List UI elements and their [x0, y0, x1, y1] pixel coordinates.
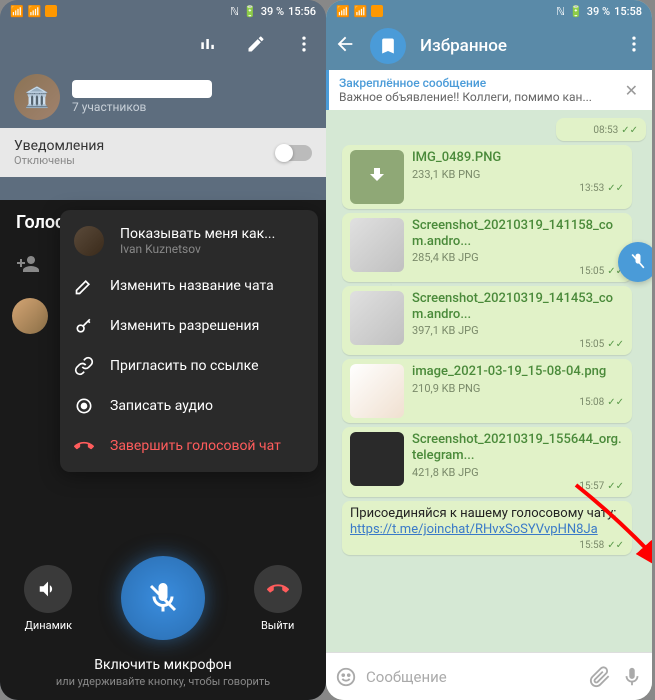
leave-button[interactable] [254, 565, 302, 613]
pinned-message[interactable]: Закреплённое сообщение Важное объявление… [326, 70, 652, 110]
attach-icon[interactable] [588, 665, 612, 689]
menu-rename[interactable]: Изменить название чата [60, 266, 318, 306]
checks-icon: ✓✓ [607, 339, 624, 350]
participant-avatar[interactable] [12, 298, 48, 334]
menu-permissions[interactable]: Изменить разрешения [60, 306, 318, 346]
download-icon[interactable] [350, 150, 404, 204]
file-thumbnail [350, 432, 404, 486]
checks-icon: ✓✓ [607, 539, 624, 552]
message-input-bar: Сообщение [326, 652, 652, 700]
file-thumbnail [350, 218, 404, 272]
speaker-button[interactable] [24, 565, 72, 613]
notif-label: Уведомления [14, 138, 104, 154]
group-subtitle: 7 участников [72, 100, 212, 114]
battery-text: 39 % [587, 5, 610, 18]
status-bar: 📶 📶 ℕ 🔋 39 % 15:58 [326, 0, 652, 22]
more-icon[interactable] [290, 30, 318, 58]
close-icon[interactable]: ✕ [621, 77, 642, 104]
key-icon [74, 316, 94, 336]
notif-toggle[interactable] [276, 145, 312, 161]
file-message[interactable]: IMG_0489.PNG 233,1 KB PNG 13:53✓✓ [342, 145, 632, 209]
file-message[interactable]: image_2021-03-19_15-08-04.png 210,9 KB P… [342, 359, 632, 423]
saved-messages-icon[interactable] [370, 28, 406, 64]
clock: 15:58 [614, 5, 642, 18]
chat-messages[interactable]: 08:53✓✓ IMG_0489.PNG 233,1 KB PNG 13:53✓… [326, 110, 652, 692]
clock: 15:56 [288, 5, 316, 18]
menu-invite[interactable]: Пригласить по ссылке [60, 346, 318, 386]
group-avatar: 🏛️ [14, 74, 60, 120]
signal-icon: 📶 [336, 5, 350, 18]
wifi-icon: 📶 [354, 5, 368, 18]
checks-icon: ✓✓ [607, 397, 624, 408]
wifi-icon: 📶 [28, 5, 42, 18]
message-input[interactable]: Сообщение [366, 668, 580, 686]
battery-icon: 🔋 [569, 5, 583, 18]
signal-icon: 📶 [10, 5, 24, 18]
leave-label: Выйти [261, 619, 294, 632]
mic-hint-title: Включить микрофон [0, 657, 326, 673]
pinned-title: Закреплённое сообщение [339, 76, 621, 90]
more-icon[interactable] [624, 34, 644, 58]
link-icon [74, 356, 94, 376]
file-message[interactable]: Screenshot_20210319_141158_com.andro... … [342, 213, 632, 282]
pinned-text: Важное объявление!! Коллеги, помимо кан.… [339, 90, 621, 104]
text-message[interactable]: Присоединяйся к нашему голосовому чату: … [342, 501, 632, 556]
mic-icon[interactable] [620, 665, 644, 689]
app-indicator-icon [371, 5, 383, 17]
add-user-icon[interactable] [12, 248, 44, 280]
context-menu: Показывать меня как... Ivan Kuznetsov Из… [60, 210, 318, 472]
invite-link[interactable]: https://t.me/joinchat/RHvxSoSYVvpHN8Ja [350, 522, 598, 537]
speaker-label: Динамик [25, 619, 72, 632]
message-bubble[interactable]: 08:53✓✓ [556, 118, 646, 141]
voice-message-button[interactable] [618, 242, 652, 282]
record-icon [74, 396, 94, 416]
app-indicator-icon [45, 5, 57, 17]
notifications-row[interactable]: Уведомления Отключены [0, 128, 326, 177]
checks-icon: ✓✓ [607, 183, 624, 194]
file-message[interactable]: Screenshot_20210319_155644_org.telegram.… [342, 427, 632, 496]
status-bar: 📶 📶 ℕ 🔋 39 % 15:56 [0, 0, 326, 22]
nfc-icon: ℕ [230, 5, 239, 18]
menu-avatar-icon [74, 226, 104, 256]
checks-icon: ✓✓ [607, 481, 624, 492]
back-icon[interactable] [334, 33, 356, 59]
file-thumbnail [350, 291, 404, 345]
checks-icon: ✓✓ [621, 125, 638, 136]
mic-button[interactable] [121, 556, 205, 640]
menu-record[interactable]: Записать аудио [60, 386, 318, 426]
chat-title[interactable]: Избранное [420, 36, 610, 56]
notif-sub: Отключены [14, 154, 104, 167]
group-header[interactable]: 🏛️ 7 участников [0, 66, 326, 128]
battery-text: 39 % [261, 5, 284, 18]
menu-end-call[interactable]: Завершить голосовой чат [60, 426, 318, 466]
file-thumbnail [350, 364, 404, 418]
emoji-icon[interactable] [334, 665, 358, 689]
group-name [72, 80, 212, 98]
pencil-icon [74, 276, 94, 296]
hangup-icon [74, 436, 94, 456]
mic-hint-sub: или удерживайте кнопку, чтобы говорить [0, 675, 326, 688]
file-message[interactable]: Screenshot_20210319_141453_com.andro... … [342, 286, 632, 355]
nfc-icon: ℕ [556, 5, 565, 18]
menu-show-as[interactable]: Показывать меня как... Ivan Kuznetsov [60, 216, 318, 266]
poll-icon[interactable] [194, 30, 222, 58]
battery-icon: 🔋 [243, 5, 257, 18]
edit-icon[interactable] [242, 30, 270, 58]
